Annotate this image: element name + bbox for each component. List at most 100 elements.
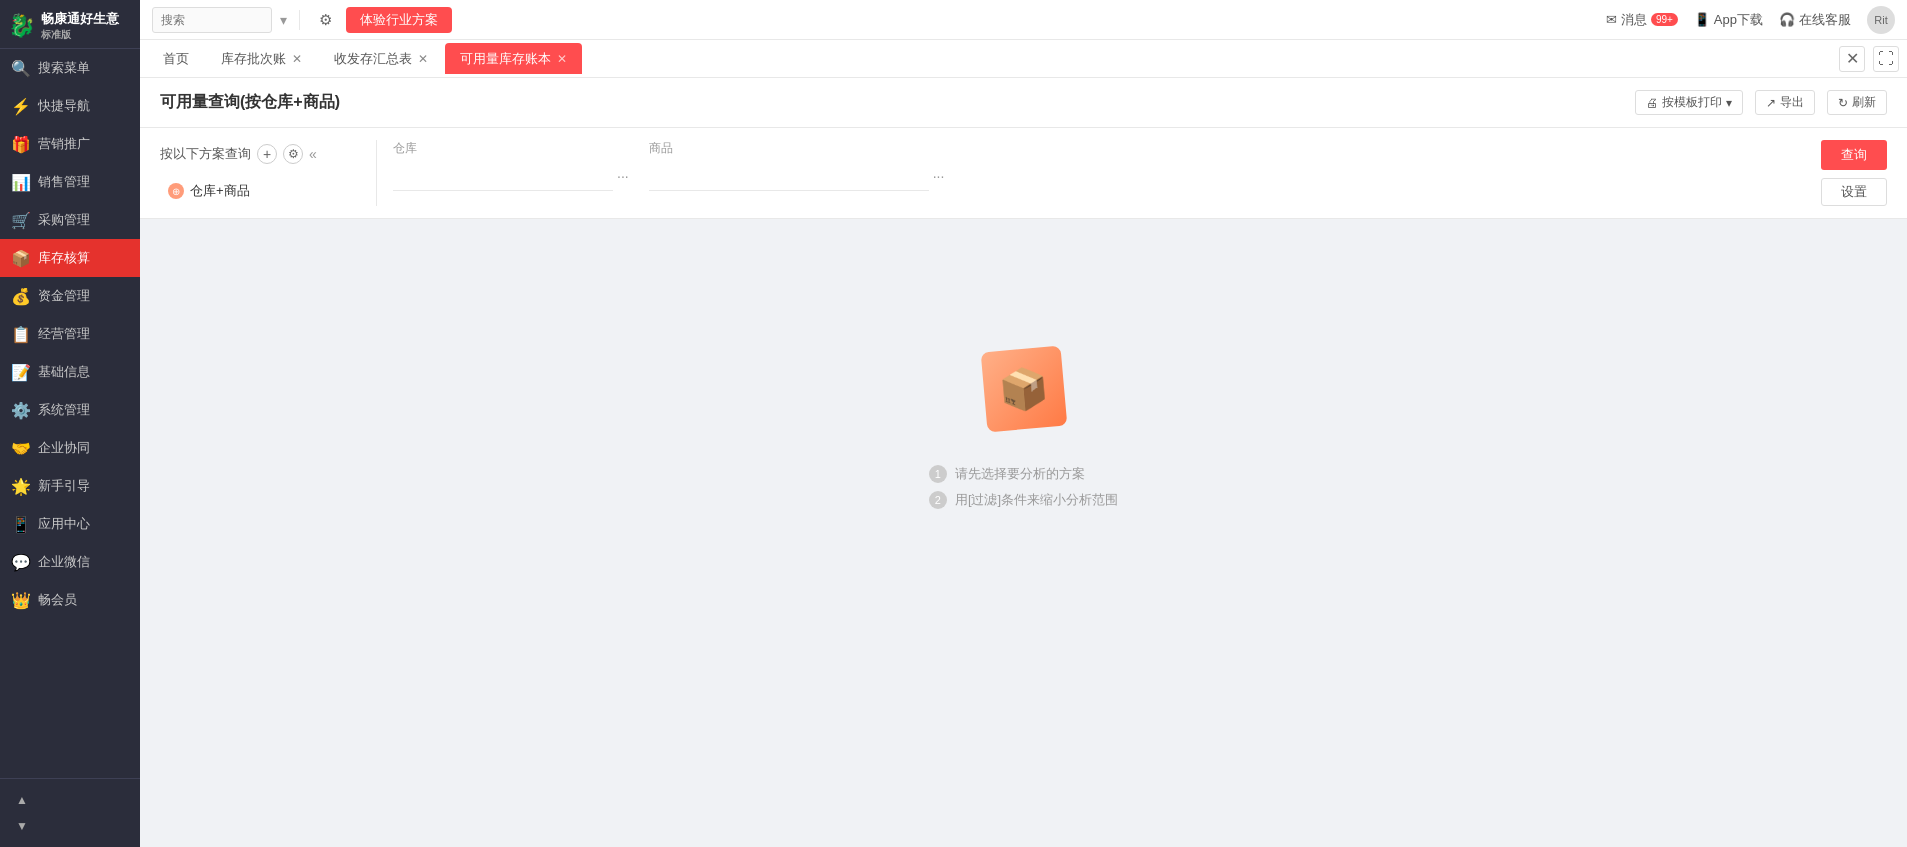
warehouse-input[interactable]	[393, 161, 613, 191]
page-content: 可用量查询(按仓库+商品) 🖨 按模板打印 ▾ ↗ 导出 ↻ 刷新	[140, 78, 1907, 847]
scheme-settings-button[interactable]: ⚙	[283, 144, 303, 164]
sidebar-item-purchase[interactable]: 🛒 采购管理	[0, 201, 140, 239]
refresh-button[interactable]: ↻ 刷新	[1827, 90, 1887, 115]
page-header-actions: 🖨 按模板打印 ▾ ↗ 导出 ↻ 刷新	[1635, 90, 1887, 115]
tab-receipt-summary-label: 收发存汇总表	[334, 50, 412, 68]
online-service-button[interactable]: 🎧 在线客服	[1779, 11, 1851, 29]
filter-area: 按以下方案查询 + ⚙ « ⊕	[140, 128, 1907, 219]
ops-icon: 📋	[12, 325, 30, 343]
maximize-button[interactable]: ⛶	[1873, 46, 1899, 72]
warehouse-more-button[interactable]: ···	[617, 168, 629, 184]
tab-available-qty-label: 可用量库存账本	[460, 50, 551, 68]
sidebar-item-wechat[interactable]: 💬 企业微信	[0, 543, 140, 581]
phone-icon: 📱	[1694, 12, 1710, 27]
refresh-icon: ↻	[1838, 96, 1848, 110]
product-field-input-row: ···	[649, 161, 945, 191]
filter-schemes: 按以下方案查询 + ⚙ « ⊕	[160, 140, 360, 206]
topbar-right: ✉ 消息 99+ 📱 App下载 🎧 在线客服 Rit	[1606, 6, 1895, 34]
filter-field-product: 商品 ···	[649, 140, 945, 191]
collapse-scheme-button[interactable]: «	[309, 146, 317, 162]
empty-illustration: 📦	[964, 329, 1084, 449]
sidebar-item-label: 营销推广	[38, 135, 90, 153]
message-button[interactable]: ✉ 消息 99+	[1606, 11, 1678, 29]
sidebar-item-shortcut[interactable]: ⚡ 快捷导航	[0, 87, 140, 125]
sidebar-item-finance[interactable]: 💰 资金管理	[0, 277, 140, 315]
product-more-button[interactable]: ···	[933, 168, 945, 184]
user-avatar[interactable]: Rit	[1867, 6, 1895, 34]
sidebar-item-marketing[interactable]: 🎁 营销推广	[0, 125, 140, 163]
sidebar-item-system[interactable]: ⚙️ 系统管理	[0, 391, 140, 429]
tab-available-qty-close[interactable]: ✕	[557, 52, 567, 66]
tab-batch-account-close[interactable]: ✕	[292, 52, 302, 66]
app-download-button[interactable]: 📱 App下载	[1694, 11, 1763, 29]
tab-receipt-summary-close[interactable]: ✕	[418, 52, 428, 66]
add-scheme-button[interactable]: +	[257, 144, 277, 164]
sidebar-item-operations[interactable]: 📋 经营管理	[0, 315, 140, 353]
export-icon: ↗	[1766, 96, 1776, 110]
close-all-button[interactable]: ✕	[1839, 46, 1865, 72]
message-icon: ✉	[1606, 12, 1617, 27]
sidebar-item-member[interactable]: 👑 畅会员	[0, 581, 140, 619]
sidebar-item-label: 企业协同	[38, 439, 90, 457]
search-input[interactable]	[152, 7, 272, 33]
topbar: ▾ ⚙ 体验行业方案 ✉ 消息 99+ 📱 App下载 🎧 在线客服	[140, 0, 1907, 40]
money-icon: 💰	[12, 287, 30, 305]
search-dropdown-icon[interactable]: ▾	[280, 12, 287, 28]
chevron-down-icon: ▼	[16, 819, 28, 833]
online-service-label: 在线客服	[1799, 11, 1851, 29]
sidebar-item-label: 新手引导	[38, 477, 90, 495]
sidebar-item-basic-info[interactable]: 📝 基础信息	[0, 353, 140, 391]
search-icon: 🔍	[12, 59, 30, 77]
brand-sub: 标准版	[41, 28, 119, 42]
sidebar-scroll: 🔍 搜索菜单 ⚡ 快捷导航 🎁 营销推广 📊 销售管理 🛒 采购管理 📦	[0, 49, 140, 778]
filter-actions: 查询 设置	[1821, 140, 1887, 206]
sidebar-item-guide[interactable]: 🌟 新手引导	[0, 467, 140, 505]
sidebar-header: 🐉 畅康通好生意 标准版	[0, 0, 140, 49]
tab-receipt-summary[interactable]: 收发存汇总表 ✕	[319, 43, 443, 74]
scheme-label: 仓库+商品	[190, 182, 250, 200]
empty-tip-2: 2 用[过滤]条件来缩小分析范围	[929, 491, 1118, 509]
scheme-warehouse-product[interactable]: ⊕ 仓库+商品	[160, 176, 360, 206]
sidebar-scroll-down[interactable]: ▼	[8, 813, 132, 839]
tab-batch-account[interactable]: 库存批次账 ✕	[206, 43, 317, 74]
inventory-icon: 📦	[12, 249, 30, 267]
industry-solution-button[interactable]: 体验行业方案	[346, 7, 452, 33]
message-label: 消息	[1621, 11, 1647, 29]
chevron-up-icon: ▲	[16, 793, 28, 807]
star-icon: 🌟	[12, 477, 30, 495]
sidebar-scroll-up[interactable]: ▲	[8, 787, 132, 813]
tab-home[interactable]: 首页	[148, 43, 204, 74]
query-button[interactable]: 查询	[1821, 140, 1887, 170]
sidebar-item-label: 搜索菜单	[38, 59, 90, 77]
print-icon: 🖨	[1646, 96, 1658, 110]
shortcut-icon: ⚡	[12, 97, 30, 115]
sidebar-item-label: 采购管理	[38, 211, 90, 229]
sidebar-item-label: 应用中心	[38, 515, 90, 533]
sidebar-item-search[interactable]: 🔍 搜索菜单	[0, 49, 140, 87]
export-button[interactable]: ↗ 导出	[1755, 90, 1815, 115]
plus-icon: +	[263, 146, 271, 162]
product-input[interactable]	[649, 161, 929, 191]
mobile-icon: 📱	[12, 515, 30, 533]
warehouse-field-label: 仓库	[393, 140, 629, 157]
doc-icon: 📝	[12, 363, 30, 381]
empty-box-icon: 📦	[980, 346, 1067, 433]
sidebar-item-app-center[interactable]: 📱 应用中心	[0, 505, 140, 543]
sidebar-item-label: 销售管理	[38, 173, 90, 191]
topbar-gear-button[interactable]: ⚙	[312, 7, 338, 33]
filter-field-warehouse: 仓库 ···	[393, 140, 629, 191]
settings-button[interactable]: 设置	[1821, 178, 1887, 206]
tab-available-qty[interactable]: 可用量库存账本 ✕	[445, 43, 582, 74]
collab-icon: 🤝	[12, 439, 30, 457]
page-title: 可用量查询(按仓库+商品)	[160, 92, 340, 113]
chevron-down-icon: ▾	[1726, 96, 1732, 110]
sidebar-item-label: 资金管理	[38, 287, 90, 305]
tabs-bar: 首页 库存批次账 ✕ 收发存汇总表 ✕ 可用量库存账本 ✕ ✕ ⛶	[140, 40, 1907, 78]
sidebar-item-label: 基础信息	[38, 363, 90, 381]
sidebar-item-sales[interactable]: 📊 销售管理	[0, 163, 140, 201]
sidebar-item-enterprise[interactable]: 🤝 企业协同	[0, 429, 140, 467]
sidebar-item-inventory[interactable]: 📦 库存核算	[0, 239, 140, 277]
tabs-right-actions: ✕ ⛶	[1839, 46, 1899, 72]
print-template-button[interactable]: 🖨 按模板打印 ▾	[1635, 90, 1743, 115]
tip-1-text: 请先选择要分析的方案	[955, 465, 1085, 483]
